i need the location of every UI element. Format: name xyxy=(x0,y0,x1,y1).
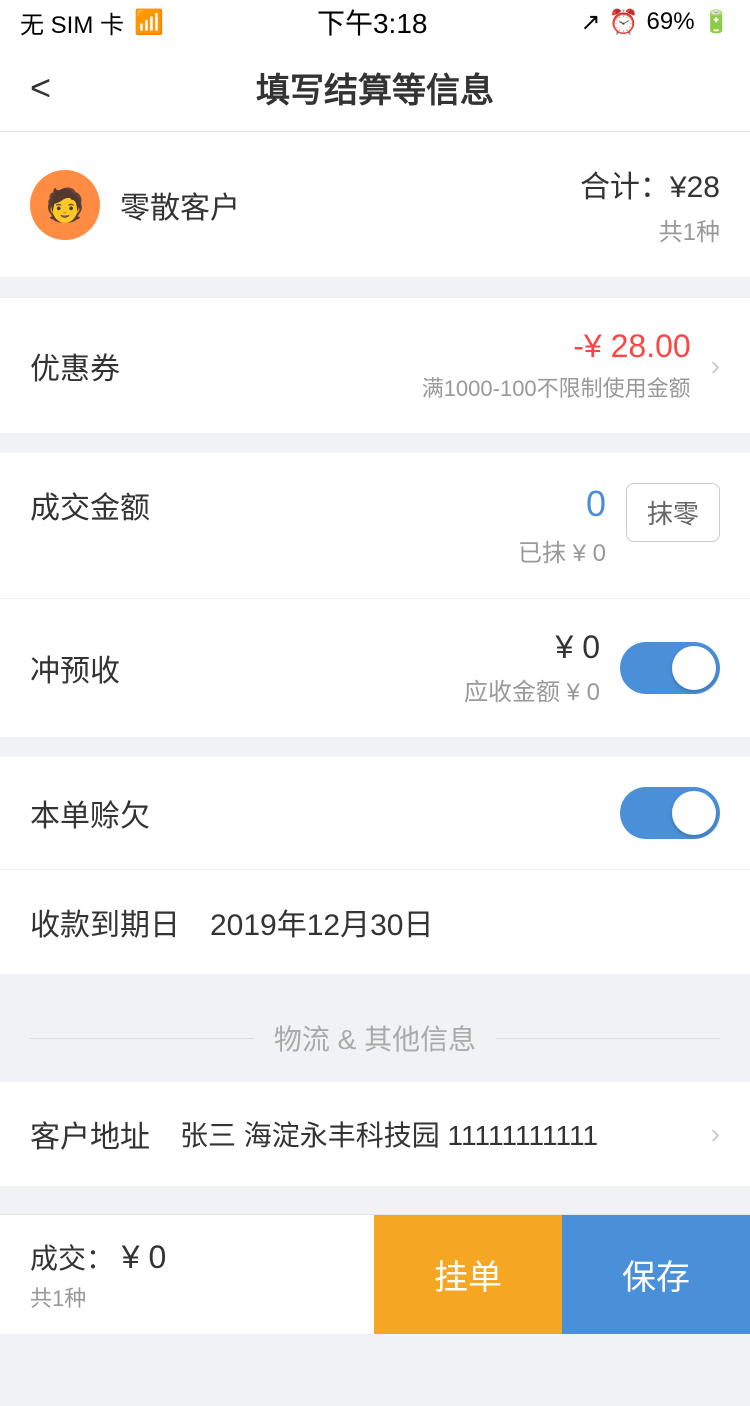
prereceive-toggle[interactable] xyxy=(620,642,720,694)
coupon-details: -¥ 28.00 满1000-100不限制使用金额 xyxy=(422,328,691,403)
duedate-label: 收款到期日 xyxy=(30,900,180,944)
footer-summary-line: 成交： ¥ 0 xyxy=(30,1237,344,1277)
payment-card: 成交金额 0 已抹 ¥ 0 抹零 冲预收 ¥ 0 应收金额 ¥ 0 xyxy=(0,453,750,737)
coupon-label: 优惠券 xyxy=(30,344,120,388)
customer-total-count: 共1种 xyxy=(580,212,720,247)
logistics-label: 物流 & 其他信息 xyxy=(274,1018,476,1058)
prereceive-amount-area: ¥ 0 应收金额 ¥ 0 xyxy=(464,629,600,707)
alarm-icon: ⏰ xyxy=(609,8,639,37)
customer-name: 零散客户 xyxy=(120,183,240,227)
address-left: 客户地址 张三 海淀永丰科技园 11111111111 xyxy=(30,1112,598,1156)
pending-button[interactable]: 挂单 xyxy=(374,1215,562,1334)
transaction-amount-area: 0 已抹 ¥ 0 xyxy=(518,483,606,568)
transaction-right: 0 已抹 ¥ 0 抹零 xyxy=(518,483,720,568)
duedate-value: 2019年12月30日 xyxy=(210,900,433,944)
prereceive-right: ¥ 0 应收金额 ¥ 0 xyxy=(464,629,720,707)
transaction-sub: 已抹 ¥ 0 xyxy=(518,533,606,568)
transaction-row: 成交金额 0 已抹 ¥ 0 抹零 xyxy=(0,453,750,599)
divider-line-right xyxy=(496,1038,720,1039)
status-bar: 无 SIM 卡 📶 下午3:18 ↗ ⏰ 69% 🔋 xyxy=(0,0,750,44)
carrier-text: 无 SIM 卡 xyxy=(20,5,124,40)
customer-avatar: 🧑 xyxy=(30,170,100,240)
address-value: 张三 海淀永丰科技园 11111111111 xyxy=(180,1114,598,1154)
prereceive-label: 冲预收 xyxy=(30,646,120,690)
status-left: 无 SIM 卡 📶 xyxy=(20,5,164,40)
footer-count: 共1种 xyxy=(30,1281,344,1313)
nav-bar: < 填写结算等信息 xyxy=(0,44,750,132)
prereceive-amount: ¥ 0 xyxy=(464,629,600,666)
address-row[interactable]: 客户地址 张三 海淀永丰科技园 11111111111 › xyxy=(0,1082,750,1186)
customer-info-left: 🧑 零散客户 xyxy=(30,170,240,240)
toggle-knob xyxy=(672,646,716,690)
duedate-row: 收款到期日 2019年12月30日 xyxy=(0,869,750,974)
debt-card: 本单赊欠 收款到期日 2019年12月30日 xyxy=(0,757,750,974)
status-right: ↗ ⏰ 69% 🔋 xyxy=(581,8,730,37)
debt-label: 本单赊欠 xyxy=(30,791,150,835)
customer-row: 🧑 零散客户 合计：¥28 共1种 xyxy=(0,132,750,277)
divider-line-left xyxy=(30,1038,254,1039)
location-icon: ↗ xyxy=(581,8,601,37)
page-title: 填写结算等信息 xyxy=(256,63,494,112)
prereceive-row: 冲预收 ¥ 0 应收金额 ¥ 0 xyxy=(0,599,750,737)
back-button[interactable]: < xyxy=(30,67,51,109)
save-button[interactable]: 保存 xyxy=(562,1215,750,1334)
coupon-right-area: -¥ 28.00 满1000-100不限制使用金额 › xyxy=(422,328,720,403)
round-zero-button[interactable]: 抹零 xyxy=(626,483,720,542)
transaction-label: 成交金额 xyxy=(30,483,150,527)
debt-toggle[interactable] xyxy=(620,787,720,839)
logistics-divider-section: 物流 & 其他信息 xyxy=(0,994,750,1082)
footer-summary-label: 成交： xyxy=(30,1243,114,1274)
customer-total-area: 合计：¥28 共1种 xyxy=(580,162,720,247)
battery-icon: 🔋 xyxy=(703,9,730,35)
debt-row: 本单赊欠 xyxy=(0,757,750,869)
customer-total-amount: 合计：¥28 xyxy=(580,162,720,206)
coupon-row[interactable]: 优惠券 -¥ 28.00 满1000-100不限制使用金额 › xyxy=(0,297,750,433)
address-chevron-icon: › xyxy=(711,1118,720,1150)
status-time: 下午3:18 xyxy=(317,2,428,42)
footer: 成交： ¥ 0 共1种 挂单 保存 xyxy=(0,1214,750,1334)
coupon-card[interactable]: 优惠券 -¥ 28.00 满1000-100不限制使用金额 › xyxy=(0,297,750,433)
logistics-divider: 物流 & 其他信息 xyxy=(30,1018,720,1058)
footer-summary-area: 成交： ¥ 0 共1种 xyxy=(0,1215,374,1334)
debt-toggle-knob xyxy=(672,791,716,835)
coupon-desc: 满1000-100不限制使用金额 xyxy=(422,371,691,403)
prereceive-sub: 应收金额 ¥ 0 xyxy=(464,672,600,707)
chevron-right-icon: › xyxy=(711,350,720,382)
battery-text: 69% xyxy=(647,8,695,36)
coupon-amount: -¥ 28.00 xyxy=(422,328,691,365)
footer-summary-amount: ¥ 0 xyxy=(122,1239,166,1275)
transaction-amount: 0 xyxy=(518,483,606,525)
customer-card: 🧑 零散客户 合计：¥28 共1种 xyxy=(0,132,750,277)
address-card[interactable]: 客户地址 张三 海淀永丰科技园 11111111111 › xyxy=(0,1082,750,1186)
wifi-icon: 📶 xyxy=(134,8,164,37)
avatar-icon: 🧑 xyxy=(45,186,85,224)
address-label: 客户地址 xyxy=(30,1112,150,1156)
